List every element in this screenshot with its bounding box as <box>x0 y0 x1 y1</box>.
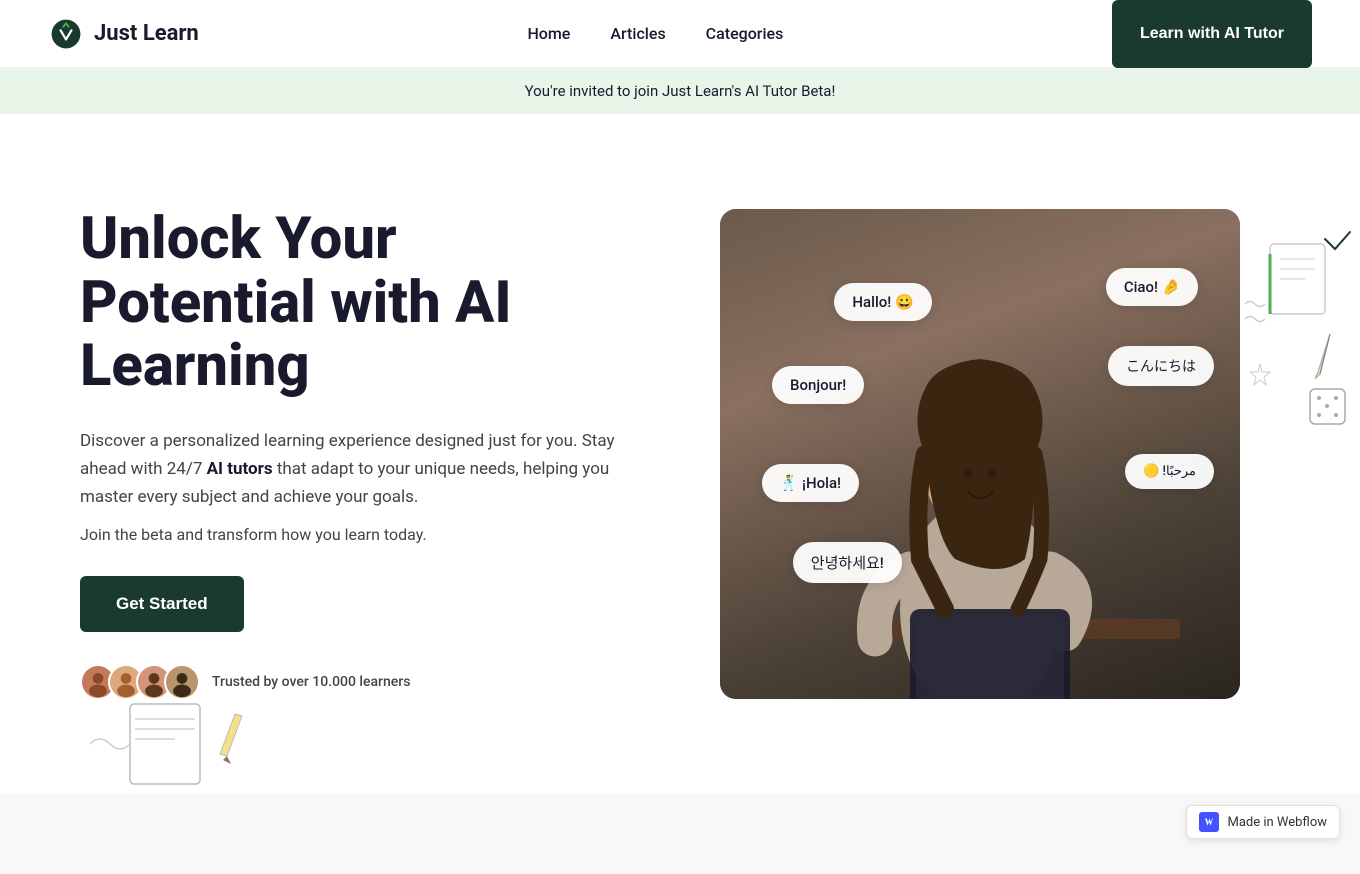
trusted-row: Trusted by over 10.000 learners <box>80 664 640 700</box>
nav-links: Home Articles Categories <box>527 24 783 43</box>
avatar-stack <box>80 664 200 700</box>
navbar: Just Learn Home Articles Categories Lear… <box>0 0 1360 68</box>
hero-description-1: Discover a personalized learning experie… <box>80 427 640 511</box>
hero-image: Hallo! 😀 Ciao! 🤌 Bonjour! こんにちは 🕺 ¡Hola!… <box>720 209 1240 699</box>
hero-bold-text: AI tutors <box>207 459 273 479</box>
nav-categories[interactable]: Categories <box>706 24 784 43</box>
person-illustration <box>780 279 1180 699</box>
announcement-banner: You're invited to join Just Learn's AI T… <box>0 68 1360 114</box>
logo[interactable]: Just Learn <box>48 16 199 52</box>
banner-text: You're invited to join Just Learn's AI T… <box>525 82 836 100</box>
hero-title: Unlock Your Potential with AI Learning <box>80 208 640 399</box>
webflow-badge-text: Made in Webflow <box>1227 815 1327 830</box>
hero-description-2: Join the beta and transform how you lear… <box>80 525 640 544</box>
logo-text: Just Learn <box>94 21 199 46</box>
avatar-4 <box>164 664 200 700</box>
webflow-logo-icon <box>1199 812 1219 832</box>
bottom-section <box>0 794 1360 874</box>
get-started-button[interactable]: Get Started <box>80 576 244 632</box>
webflow-badge[interactable]: Made in Webflow <box>1186 805 1340 839</box>
nav-home[interactable]: Home <box>527 24 570 43</box>
nav-cta-button[interactable]: Learn with AI Tutor <box>1112 0 1312 68</box>
nav-articles[interactable]: Articles <box>610 24 665 43</box>
hero-right: Hallo! 😀 Ciao! 🤌 Bonjour! こんにちは 🕺 ¡Hola!… <box>680 209 1280 699</box>
trusted-text: Trusted by over 10.000 learners <box>212 674 410 690</box>
logo-icon <box>48 16 84 52</box>
doodle-bottom-left <box>80 694 280 794</box>
hero-section: Unlock Your Potential with AI Learning D… <box>0 114 1360 794</box>
hero-left: Unlock Your Potential with AI Learning D… <box>80 208 640 701</box>
